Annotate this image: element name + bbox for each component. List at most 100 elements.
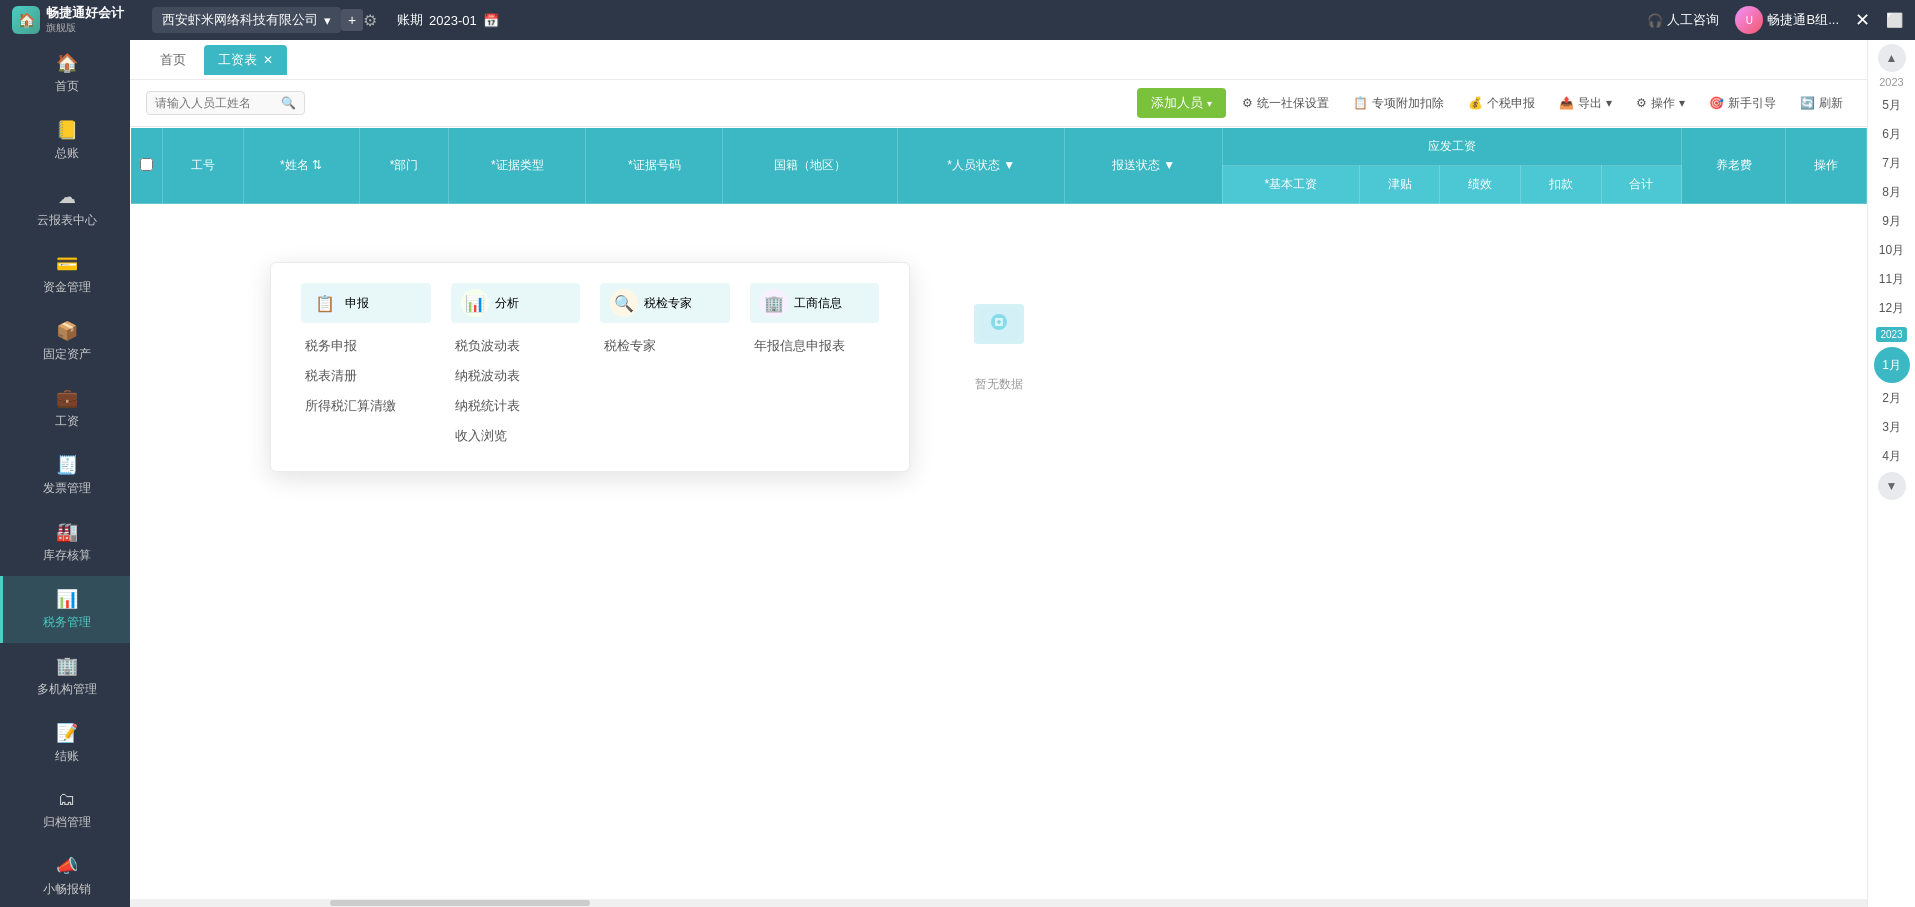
period-label: 账期 <box>397 11 423 29</box>
sidebar-item-archive[interactable]: 🗂 归档管理 <box>0 777 130 843</box>
multi-org-icon: 🏢 <box>56 655 78 677</box>
sidebar-item-ledger[interactable]: 📒 总账 <box>0 107 130 174</box>
assets-icon: 📦 <box>56 320 78 342</box>
tab-salary-close[interactable]: ✕ <box>263 53 273 67</box>
user-info[interactable]: U 畅捷通B组... <box>1735 6 1839 34</box>
sidebar-item-salary[interactable]: 💼 工资 <box>0 375 130 442</box>
sidebar-item-home[interactable]: 🏠 首页 <box>0 40 130 107</box>
menu-item-income-browse[interactable]: 收入浏览 <box>451 421 581 451</box>
select-all-checkbox[interactable] <box>140 158 153 171</box>
cal-month-1-active[interactable]: 1月 <box>1874 347 1910 383</box>
menu-item-tax-expert[interactable]: 税检专家 <box>600 331 730 361</box>
menu-item-tax-statistics[interactable]: 纳税统计表 <box>451 391 581 421</box>
col-header-allowance: 津贴 <box>1359 166 1440 204</box>
close-period-icon: 📝 <box>56 722 78 744</box>
menu-item-tax-declare[interactable]: 税务申报 <box>301 331 431 361</box>
menu-item-tax-payment-wave[interactable]: 纳税波动表 <box>451 361 581 391</box>
export-dropdown: ▾ <box>1606 96 1612 110</box>
cloud-icon: ☁ <box>58 186 76 208</box>
cal-month-11[interactable]: 11月 <box>1872 266 1912 293</box>
tab-home[interactable]: 首页 <box>146 45 200 75</box>
cal-month-2[interactable]: 2月 <box>1872 385 1912 412</box>
add-person-button[interactable]: 添加人员 ▾ <box>1137 88 1226 118</box>
special-icon: 📋 <box>1353 96 1368 110</box>
company-dropdown-icon: ▾ <box>324 13 331 28</box>
bottom-scrollbar[interactable] <box>130 899 1867 907</box>
tax-declare-icon: 💰 <box>1468 96 1483 110</box>
cal-month-6[interactable]: 6月 <box>1872 121 1912 148</box>
cal-month-12[interactable]: 12月 <box>1872 295 1912 322</box>
menu-item-annual-report[interactable]: 年报信息申报表 <box>750 331 880 361</box>
app-title: 畅捷通好会计 <box>46 5 124 21</box>
col-header-id: 工号 <box>163 128 244 204</box>
sidebar: 🏠 首页 📒 总账 ☁ 云报表中心 💳 资金管理 📦 固定资产 💼 工资 🧾 发… <box>0 40 130 907</box>
cal-month-5[interactable]: 5月 <box>1872 92 1912 119</box>
social-insurance-button[interactable]: ⚙ 统一社保设置 <box>1234 91 1337 116</box>
user-name: 畅捷通B组... <box>1767 11 1839 29</box>
sidebar-item-invoice[interactable]: 🧾 发票管理 <box>0 442 130 509</box>
search-icon[interactable]: 🔍 <box>281 96 296 110</box>
salary-icon: 💼 <box>56 387 78 409</box>
export-button[interactable]: 📤 导出 ▾ <box>1551 91 1620 116</box>
company-selector[interactable]: 西安虾米网络科技有限公司 ▾ <box>152 7 341 33</box>
cal-month-10[interactable]: 10月 <box>1872 237 1912 264</box>
tab-salary-table[interactable]: 工资表 ✕ <box>204 45 287 75</box>
sidebar-item-funds[interactable]: 💳 资金管理 <box>0 241 130 308</box>
scrollbar-thumb[interactable] <box>330 900 590 906</box>
cal-month-7[interactable]: 7月 <box>1872 150 1912 177</box>
guide-button[interactable]: 🎯 新手引导 <box>1701 91 1784 116</box>
export-icon: 📤 <box>1559 96 1574 110</box>
human-service-button[interactable]: 🎧 人工咨询 <box>1647 11 1719 29</box>
guide-toolbar-icon: 🎯 <box>1709 96 1724 110</box>
maximize-window-button[interactable]: ⬜ <box>1886 12 1903 28</box>
sidebar-label-funds: 资金管理 <box>43 279 91 296</box>
refresh-button[interactable]: 🔄 刷新 <box>1792 91 1851 116</box>
sidebar-item-close-period[interactable]: 📝 结账 <box>0 710 130 777</box>
cal-nav-up[interactable]: ▲ <box>1878 44 1906 72</box>
home-icon: 🏠 <box>56 52 78 74</box>
tab-bar: 首页 工资表 ✕ <box>130 40 1867 80</box>
export-label: 导出 <box>1578 95 1602 112</box>
tax-icon: 📊 <box>56 588 78 610</box>
sidebar-label-archive: 归档管理 <box>43 814 91 831</box>
menu-item-tax-form[interactable]: 税表清册 <box>301 361 431 391</box>
operation-button[interactable]: ⚙ 操作 ▾ <box>1628 91 1693 116</box>
col-header-cert-no: *证据号码 <box>586 128 723 204</box>
cal-nav-down[interactable]: ▼ <box>1878 472 1906 500</box>
user-avatar: U <box>1735 6 1763 34</box>
add-person-dropdown-icon: ▾ <box>1207 98 1212 109</box>
funds-icon: 💳 <box>56 253 78 275</box>
logo-area: 🏠 畅捷通好会计 旗舰版 <box>12 5 142 35</box>
menu-section-business-header: 🏢 工商信息 <box>750 283 880 323</box>
add-company-button[interactable]: + <box>341 9 363 31</box>
company-name: 西安虾米网络科技有限公司 <box>162 11 318 29</box>
tax-declare-label: 个税申报 <box>1487 95 1535 112</box>
app-logo-icon: 🏠 <box>12 6 40 34</box>
cal-month-4[interactable]: 4月 <box>1872 443 1912 470</box>
table-header-checkbox <box>131 128 163 204</box>
menu-section-tax-expert: 🔍 税检专家 税检专家 <box>590 283 740 451</box>
sidebar-item-assets[interactable]: 📦 固定资产 <box>0 308 130 375</box>
sidebar-label-close-period: 结账 <box>55 748 79 765</box>
calendar-icon[interactable]: 📅 <box>483 13 499 28</box>
sidebar-item-cloud-report[interactable]: ☁ 云报表中心 <box>0 174 130 241</box>
col-header-dept: *部门 <box>359 128 449 204</box>
search-input[interactable] <box>155 96 275 110</box>
app-title-group: 畅捷通好会计 旗舰版 <box>46 5 124 35</box>
guide-toolbar-label: 新手引导 <box>1728 95 1776 112</box>
sidebar-label-cloud: 云报表中心 <box>37 212 97 229</box>
header-settings-button[interactable]: ⚙ <box>363 11 377 30</box>
menu-section-analysis-header: 📊 分析 <box>451 283 581 323</box>
menu-item-tax-burden[interactable]: 税负波动表 <box>451 331 581 361</box>
sidebar-item-tax[interactable]: 📊 税务管理 <box>0 576 130 643</box>
cal-month-8[interactable]: 8月 <box>1872 179 1912 206</box>
sidebar-item-inventory[interactable]: 🏭 库存核算 <box>0 509 130 576</box>
sidebar-item-multi-org[interactable]: 🏢 多机构管理 <box>0 643 130 710</box>
cal-month-9[interactable]: 9月 <box>1872 208 1912 235</box>
special-deduction-button[interactable]: 📋 专项附加扣除 <box>1345 91 1452 116</box>
menu-item-income-tax-settle[interactable]: 所得税汇算清缴 <box>301 391 431 421</box>
sidebar-item-expense[interactable]: 📣 小畅报销 <box>0 843 130 907</box>
close-window-button[interactable]: ✕ <box>1855 11 1870 29</box>
tax-declare-button[interactable]: 💰 个税申报 <box>1460 91 1543 116</box>
cal-month-3[interactable]: 3月 <box>1872 414 1912 441</box>
